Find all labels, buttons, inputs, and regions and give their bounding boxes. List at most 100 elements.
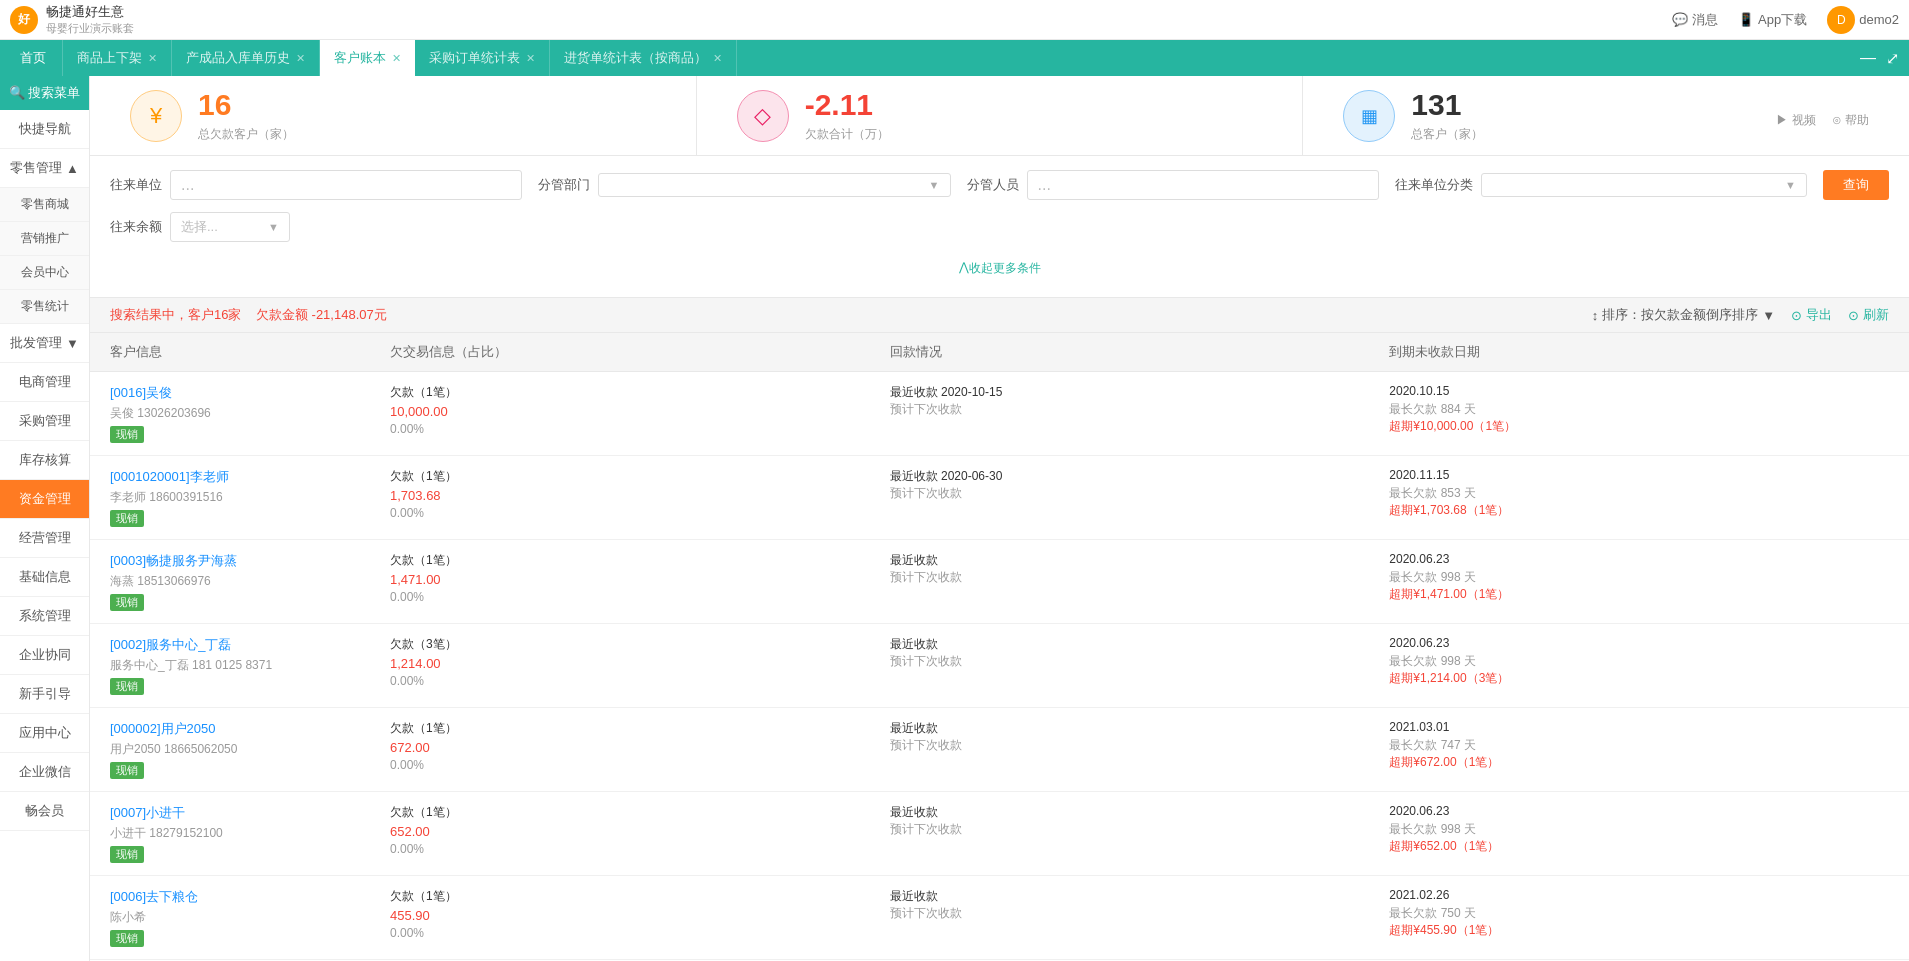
stat-icon-debt: ¥ (130, 90, 182, 142)
dept-arrow-icon: ▼ (929, 179, 940, 191)
next-collect-3: 预计下次收款 (890, 653, 1390, 670)
refresh-icon: ⊙ (1848, 308, 1859, 323)
table-row: [000002]用户2050 用户2050 18665062050 现销 欠款（… (90, 708, 1909, 792)
debt-amount-1[interactable]: 1,703.68 (390, 488, 890, 503)
tab-home[interactable]: 首页 (4, 40, 63, 76)
sidebar-item-basic-info[interactable]: 基础信息 (0, 558, 89, 597)
overdue-days-3: 最长欠款 998 天 (1389, 653, 1889, 670)
overdue-amount-2[interactable]: 超期¥1,471.00（1笔） (1389, 586, 1889, 603)
from-unit-field: 往来单位 ... (110, 170, 522, 200)
sidebar-item-member[interactable]: 会员中心 (0, 256, 89, 290)
from-unit-input[interactable]: ... (170, 170, 522, 200)
manager-dots: ... (1038, 176, 1051, 194)
tab-inbound2-close[interactable]: ✕ (713, 52, 722, 65)
debt-note-6: 欠款（1笔） (390, 888, 890, 905)
user-btn[interactable]: D demo2 (1827, 6, 1899, 34)
sidebar-item-vip[interactable]: 畅会员 (0, 792, 89, 831)
balance-select[interactable]: 选择... ▼ (170, 212, 290, 242)
app-download-btn[interactable]: 📱 App下载 (1738, 11, 1807, 29)
from-unit-label: 往来单位 (110, 176, 162, 194)
sidebar-item-purchase[interactable]: 采购管理 (0, 402, 89, 441)
debt-note-2: 欠款（1笔） (390, 552, 890, 569)
customer-contact-1: 李老师 18600391516 (110, 489, 390, 506)
sidebar-item-retail-mall[interactable]: 零售商城 (0, 188, 89, 222)
stat-value-area-total: 131 总客户（家） (1411, 88, 1483, 143)
debt-amount-6[interactable]: 455.90 (390, 908, 890, 923)
dept-field: 分管部门 ▼ (538, 173, 950, 197)
tab-inbound[interactable]: 产成品入库单历史 ✕ (172, 40, 320, 76)
debt-amount-5[interactable]: 652.00 (390, 824, 890, 839)
overdue-amount-4[interactable]: 超期¥672.00（1笔） (1389, 754, 1889, 771)
customer-name-2[interactable]: [0003]畅捷服务尹海蒸 (110, 552, 390, 570)
sidebar-item-retail-stat[interactable]: 零售统计 (0, 290, 89, 324)
debt-amount-2[interactable]: 1,471.00 (390, 572, 890, 587)
export-button[interactable]: ⊙ 导出 (1791, 306, 1832, 324)
sidebar-item-quick-nav[interactable]: 快捷导航 (0, 110, 89, 149)
sidebar-item-newbie[interactable]: 新手引导 (0, 675, 89, 714)
sidebar-item-business[interactable]: 经营管理 (0, 519, 89, 558)
sidebar-item-batch-mgmt[interactable]: 批发管理 ▼ (0, 324, 89, 363)
sidebar-item-enterprise[interactable]: 企业协同 (0, 636, 89, 675)
customer-cell-2: [0003]畅捷服务尹海蒸 海蒸 18513066976 现销 (110, 552, 390, 611)
manager-input[interactable]: ... (1027, 170, 1379, 200)
customer-cell-6: [0006]去下粮仓 陈小希 现销 (110, 888, 390, 947)
debt-amount-0[interactable]: 10,000.00 (390, 404, 890, 419)
tab-expand-icon[interactable]: ⤢ (1886, 49, 1899, 68)
sidebar-item-app-center[interactable]: 应用中心 (0, 714, 89, 753)
debt-cell-6: 欠款（1笔） 455.90 0.00% (390, 888, 890, 940)
overdue-amount-1[interactable]: 超期¥1,703.68（1笔） (1389, 502, 1889, 519)
sidebar-item-enterprise-wx[interactable]: 企业微信 (0, 753, 89, 792)
customer-badge-2: 现销 (110, 594, 144, 611)
overdue-amount-3[interactable]: 超期¥1,214.00（3笔） (1389, 670, 1889, 687)
collapse-icon: ⋀ (959, 260, 969, 277)
stat-debt-amount: ◇ -2.11 欠款合计（万） (697, 76, 1304, 155)
export-icon: ⊙ (1791, 308, 1802, 323)
debt-amount-4[interactable]: 672.00 (390, 740, 890, 755)
table-header: 客户信息 欠交易信息（占比） 回款情况 到期未收款日期 (90, 333, 1909, 372)
overdue-amount-6[interactable]: 超期¥455.90（1笔） (1389, 922, 1889, 939)
debt-cell-1: 欠款（1笔） 1,703.68 0.00% (390, 468, 890, 520)
query-button[interactable]: 查询 (1823, 170, 1889, 200)
overdue-amount-5[interactable]: 超期¥652.00（1笔） (1389, 838, 1889, 855)
collapse-row[interactable]: ⋀ 收起更多条件 (110, 254, 1889, 283)
result-actions: ↕ 排序：按欠款金额倒序排序 ▼ ⊙ 导出 ⊙ 刷新 (1592, 306, 1889, 324)
tab-account[interactable]: 客户账本 ✕ (320, 40, 415, 76)
tab-purchase[interactable]: 采购订单统计表 ✕ (415, 40, 550, 76)
sidebar-item-marketing[interactable]: 营销推广 (0, 222, 89, 256)
stat-value-debt: 16 (198, 88, 294, 122)
video-btn[interactable]: ▶ 视频 (1776, 112, 1815, 129)
dept-input[interactable]: ▼ (598, 173, 950, 197)
sidebar-item-system[interactable]: 系统管理 (0, 597, 89, 636)
refresh-button[interactable]: ⊙ 刷新 (1848, 306, 1889, 324)
tab-product[interactable]: 商品上下架 ✕ (63, 40, 172, 76)
tab-product-close[interactable]: ✕ (148, 52, 157, 65)
tab-inbound-close[interactable]: ✕ (296, 52, 305, 65)
stat-value-area-debt: 16 总欠款客户（家） (198, 88, 294, 143)
customer-name-5[interactable]: [0007]小进干 (110, 804, 390, 822)
tab-inbound2[interactable]: 进货单统计表（按商品） ✕ (550, 40, 737, 76)
sort-button[interactable]: ↕ 排序：按欠款金额倒序排序 ▼ (1592, 306, 1775, 324)
sidebar-search[interactable]: 🔍 搜索菜单 (0, 76, 89, 110)
sidebar-item-finance[interactable]: 资金管理 (0, 480, 89, 519)
customer-name-0[interactable]: [0016]吴俊 (110, 384, 390, 402)
sidebar-item-ecommerce[interactable]: 电商管理 (0, 363, 89, 402)
help-btn[interactable]: ⊙ 帮助 (1832, 112, 1869, 129)
sidebar-item-retail-mgmt[interactable]: 零售管理 ▲ (0, 149, 89, 188)
tab-minimize-icon[interactable]: — (1860, 49, 1876, 68)
customer-badge-3: 现销 (110, 678, 144, 695)
last-collect-3: 最近收款 (890, 636, 1390, 653)
customer-contact-6: 陈小希 (110, 909, 390, 926)
sidebar-item-inventory[interactable]: 库存核算 (0, 441, 89, 480)
overdue-amount-0[interactable]: 超期¥10,000.00（1笔） (1389, 418, 1889, 435)
message-btn[interactable]: 💬 消息 (1672, 11, 1718, 29)
customer-name-6[interactable]: [0006]去下粮仓 (110, 888, 390, 906)
tab-bar-right: — ⤢ (1860, 49, 1909, 68)
debt-amount-3[interactable]: 1,214.00 (390, 656, 890, 671)
customer-name-1[interactable]: [0001020001]李老师 (110, 468, 390, 486)
unit-class-input[interactable]: ▼ (1481, 173, 1807, 197)
tab-account-close[interactable]: ✕ (392, 52, 401, 65)
customer-name-3[interactable]: [0002]服务中心_丁磊 (110, 636, 390, 654)
collection-cell-0: 最近收款 2020-10-15 预计下次收款 (890, 384, 1390, 418)
customer-name-4[interactable]: [000002]用户2050 (110, 720, 390, 738)
tab-purchase-close[interactable]: ✕ (526, 52, 535, 65)
